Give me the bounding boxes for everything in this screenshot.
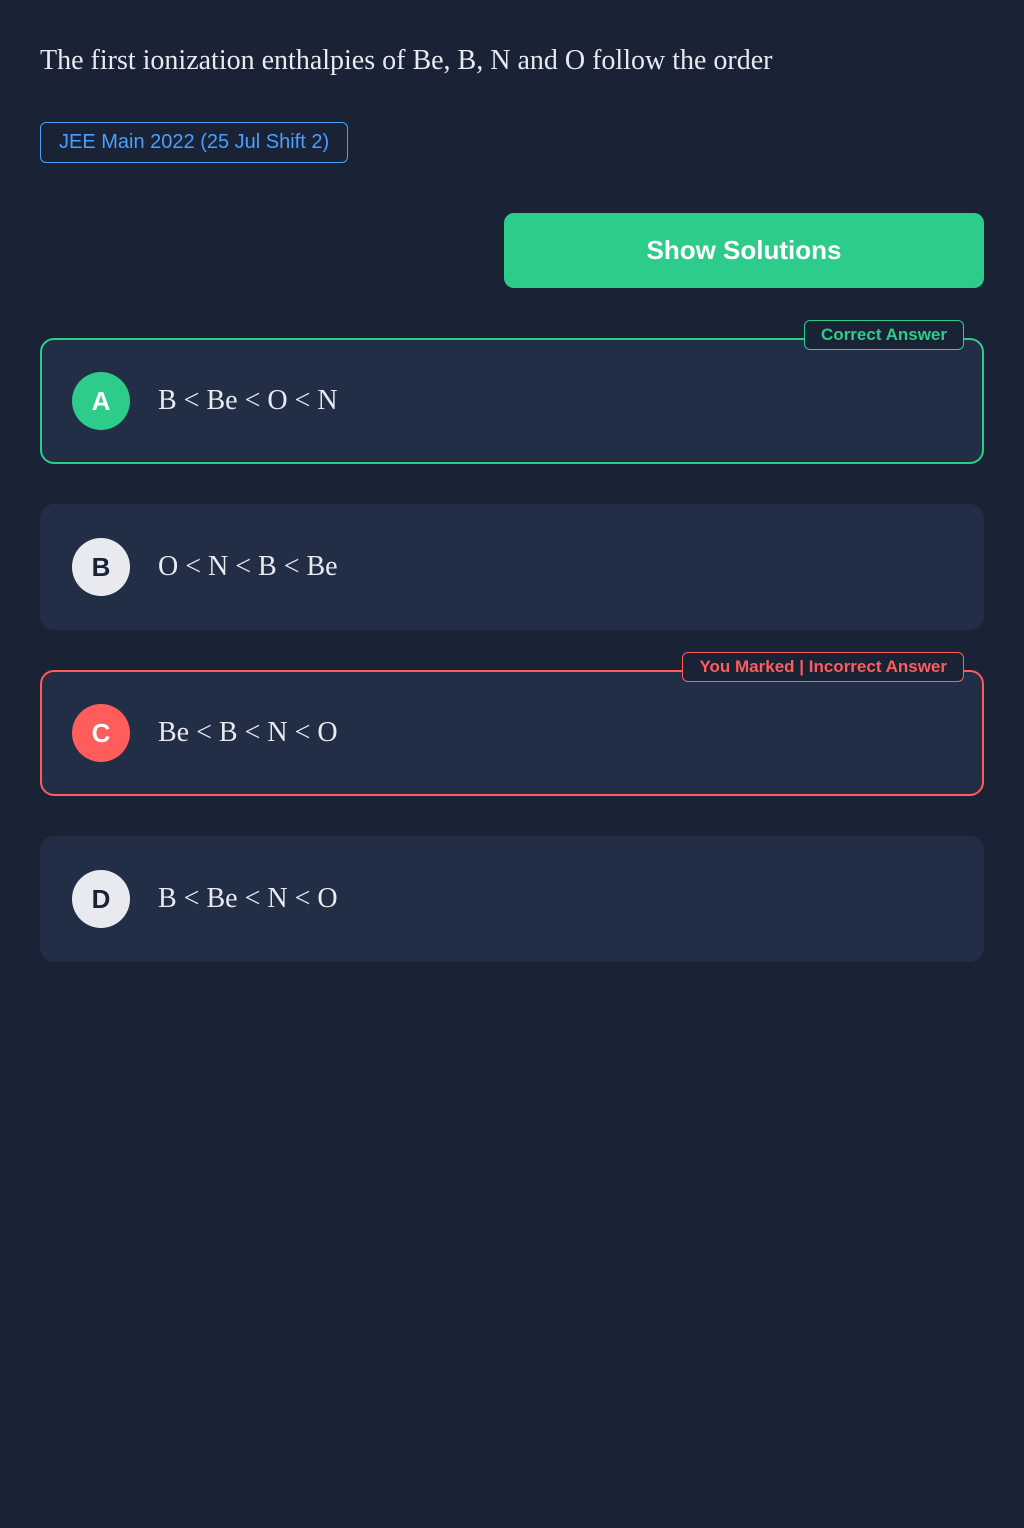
option-d-text: B < Be < N < O bbox=[158, 883, 338, 915]
option-c-text: Be < B < N < O bbox=[158, 717, 338, 749]
option-a-wrapper: Correct Answer A B < Be < O < N bbox=[40, 338, 984, 464]
option-c-wrapper: You Marked | Incorrect Answer C Be < B <… bbox=[40, 670, 984, 796]
option-d-wrapper: D B < Be < N < O bbox=[40, 836, 984, 962]
option-a-card[interactable]: A B < Be < O < N bbox=[40, 338, 984, 464]
correct-answer-badge: Correct Answer bbox=[804, 320, 964, 350]
option-a-circle: A bbox=[72, 372, 130, 430]
option-b-circle: B bbox=[72, 538, 130, 596]
option-d-circle: D bbox=[72, 870, 130, 928]
option-d-card[interactable]: D B < Be < N < O bbox=[40, 836, 984, 962]
show-solutions-button[interactable]: Show Solutions bbox=[504, 213, 984, 288]
incorrect-answer-badge: You Marked | Incorrect Answer bbox=[682, 652, 964, 682]
option-b-wrapper: B O < N < B < Be bbox=[40, 504, 984, 630]
option-c-card[interactable]: C Be < B < N < O bbox=[40, 670, 984, 796]
option-a-text: B < Be < O < N bbox=[158, 385, 338, 417]
option-c-circle: C bbox=[72, 704, 130, 762]
tag-badge: JEE Main 2022 (25 Jul Shift 2) bbox=[40, 122, 348, 163]
question-text: The first ionization enthalpies of Be, B… bbox=[40, 40, 984, 82]
option-b-card[interactable]: B O < N < B < Be bbox=[40, 504, 984, 630]
option-b-text: O < N < B < Be bbox=[158, 551, 338, 583]
